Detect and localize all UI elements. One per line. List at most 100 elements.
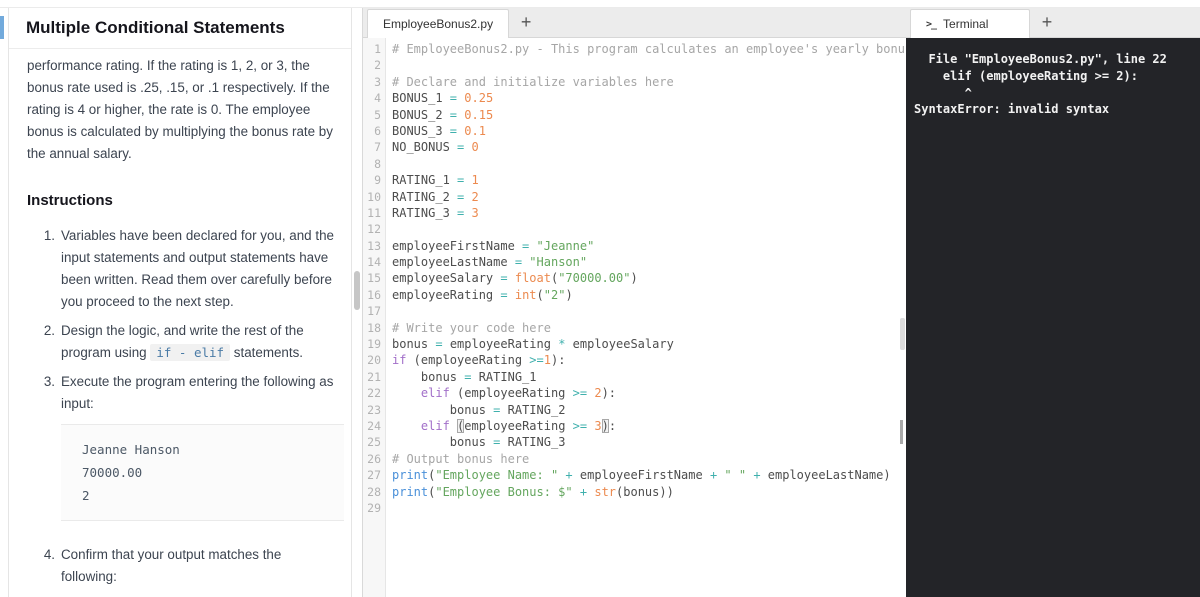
line-number: 9 bbox=[374, 173, 381, 188]
editor-scrollbar-thumb[interactable] bbox=[900, 318, 905, 350]
list-item: 3. Execute the program entering the foll… bbox=[38, 371, 344, 537]
terminal-panel: >_ Terminal + File "EmployeeBonus2.py", … bbox=[906, 8, 1200, 597]
list-item: 4. Confirm that your output matches the … bbox=[38, 544, 336, 597]
line-number: 12 bbox=[367, 222, 381, 237]
code-text: elif (employeeRating >= 3): bbox=[420, 418, 617, 433]
line-number: 7 bbox=[374, 140, 381, 155]
list-item: 1. Variables have been declared for you,… bbox=[38, 225, 336, 313]
code-text: # EmployeeBonus2.py - This program calcu… bbox=[392, 42, 906, 56]
code-text: # Write your code here bbox=[392, 320, 551, 335]
list-item-text: Variables have been declared for you, an… bbox=[61, 228, 334, 309]
code-editor-panel: EmployeeBonus2.py + 1 # EmployeeBonus2.py… bbox=[362, 8, 906, 597]
line-number: 22 bbox=[367, 386, 381, 401]
editor-tab-bar: EmployeeBonus2.py + bbox=[363, 8, 906, 38]
code-editor[interactable]: 1 # EmployeeBonus2.py - This program calc… bbox=[363, 38, 906, 597]
instructions-scrollbar-track[interactable] bbox=[352, 8, 362, 597]
code-line[interactable]: 26 # Output bonus here bbox=[363, 451, 906, 467]
list-item-number: 2. bbox=[43, 323, 55, 338]
line-number: 4 bbox=[374, 91, 381, 106]
list-item-number: 1. bbox=[43, 228, 55, 243]
plus-icon: + bbox=[520, 12, 532, 32]
code-text: BONUS_2 = 0.15 bbox=[392, 107, 494, 122]
terminal-tab-bar: >_ Terminal + bbox=[906, 8, 1200, 38]
editor-scrollbar-thumb-secondary[interactable] bbox=[900, 420, 903, 444]
line-number: 14 bbox=[367, 255, 381, 270]
new-editor-tab-button[interactable]: + bbox=[509, 8, 543, 37]
code-line[interactable]: 27 print("Employee Name: " + employeeFirs… bbox=[363, 467, 906, 483]
list-item-number: 4. bbox=[43, 547, 55, 562]
line-number: 28 bbox=[367, 484, 381, 499]
code-line[interactable]: 5 BONUS_2 = 0.15 bbox=[363, 107, 906, 123]
code-line[interactable]: 8 bbox=[363, 156, 906, 172]
tab-terminal[interactable]: >_ Terminal bbox=[910, 9, 1030, 38]
line-number: 21 bbox=[367, 369, 381, 384]
instructions-scrollbar-thumb[interactable] bbox=[354, 271, 360, 310]
list-item: 2. Design the logic, and write the rest … bbox=[38, 320, 336, 364]
terminal-output[interactable]: File "EmployeeBonus2.py", line 22 elif (… bbox=[906, 38, 1200, 597]
code-line[interactable]: 10 RATING_2 = 2 bbox=[363, 189, 906, 205]
code-text: bonus = RATING_1 bbox=[392, 369, 537, 384]
code-line[interactable]: 19 bonus = employeeRating * employeeSalar… bbox=[363, 336, 906, 352]
code-line[interactable]: 25 bonus = RATING_3 bbox=[363, 434, 906, 450]
line-number: 29 bbox=[367, 500, 381, 515]
code-line[interactable]: 11 RATING_3 = 3 bbox=[363, 205, 906, 221]
code-text: BONUS_1 = 0.25 bbox=[392, 91, 494, 106]
code-line[interactable]: 24 elif (employeeRating >= 3): bbox=[363, 418, 906, 434]
code-line[interactable]: 12 bbox=[363, 221, 906, 237]
step3-text: Execute the program entering the followi… bbox=[61, 374, 334, 411]
code-line[interactable]: 1 # EmployeeBonus2.py - This program calc… bbox=[363, 41, 906, 57]
line-number: 24 bbox=[367, 418, 381, 433]
line-number: 15 bbox=[367, 271, 381, 286]
code-line[interactable]: 18 # Write your code here bbox=[363, 320, 906, 336]
line-number: 16 bbox=[367, 287, 381, 302]
line-number: 26 bbox=[367, 451, 381, 466]
code-line[interactable]: 3 # Declare and initialize variables here bbox=[363, 74, 906, 90]
code-line[interactable]: 21 bonus = RATING_1 bbox=[363, 369, 906, 385]
line-number: 3 bbox=[374, 74, 381, 89]
line-number: 17 bbox=[367, 304, 381, 319]
code-line[interactable]: 15 employeeSalary = float("70000.00") bbox=[363, 270, 906, 286]
code-line[interactable]: 28 print("Employee Bonus: $" + str(bonus)… bbox=[363, 484, 906, 500]
instructions-list: 1. Variables have been declared for you,… bbox=[38, 225, 344, 597]
top-strip bbox=[0, 0, 1200, 8]
code-line[interactable]: 13 employeeFirstName = "Jeanne" bbox=[363, 238, 906, 254]
code-line[interactable]: 9 RATING_1 = 1 bbox=[363, 172, 906, 188]
list-item-text: Design the logic, and write the rest of … bbox=[61, 320, 336, 364]
line-number: 25 bbox=[367, 435, 381, 450]
code-line[interactable]: 20 if (employeeRating >=1): bbox=[363, 352, 906, 368]
terminal-prompt-icon: >_ bbox=[926, 18, 937, 30]
terminal-tab-label: Terminal bbox=[943, 17, 989, 31]
line-number: 1 bbox=[374, 42, 381, 56]
code-line[interactable]: 17 bbox=[363, 303, 906, 319]
code-text: BONUS_3 = 0.1 bbox=[392, 123, 486, 138]
code-line[interactable]: 29 bbox=[363, 500, 906, 516]
code-text: # Declare and initialize variables here bbox=[392, 74, 674, 89]
code-text: employeeFirstName = "Jeanne" bbox=[392, 238, 595, 253]
line-number: 8 bbox=[374, 156, 381, 171]
code-line[interactable]: 14 employeeLastName = "Hanson" bbox=[363, 254, 906, 270]
code-line[interactable]: 4 BONUS_1 = 0.25 bbox=[363, 90, 906, 106]
code-text: employeeLastName = "Hanson" bbox=[392, 255, 588, 270]
code-text: elif (employeeRating >= 2): bbox=[420, 386, 617, 401]
list-item-text: Execute the program entering the followi… bbox=[61, 371, 344, 537]
code-line[interactable]: 22 elif (employeeRating >= 2): bbox=[363, 385, 906, 401]
code-text: employeeRating = int("2") bbox=[392, 287, 573, 302]
page-title: Multiple Conditional Statements bbox=[26, 18, 285, 37]
code-line[interactable]: 2 bbox=[363, 57, 906, 73]
editor-tab-label: EmployeeBonus2.py bbox=[383, 17, 494, 31]
step2-after: statements. bbox=[230, 345, 303, 360]
plus-icon: + bbox=[1041, 12, 1053, 32]
code-line[interactable]: 23 bonus = RATING_2 bbox=[363, 402, 906, 418]
code-line[interactable]: 16 employeeRating = int("2") bbox=[363, 287, 906, 303]
line-number: 6 bbox=[374, 123, 381, 138]
line-number: 19 bbox=[367, 337, 381, 352]
code-lines: 1 # EmployeeBonus2.py - This program calc… bbox=[363, 41, 906, 516]
instructions-body: performance rating. If the rating is 1, … bbox=[9, 49, 351, 597]
tab-employeebonus2-py[interactable]: EmployeeBonus2.py bbox=[367, 9, 510, 38]
new-terminal-tab-button[interactable]: + bbox=[1030, 8, 1064, 37]
code-line[interactable]: 7 NO_BONUS = 0 bbox=[363, 139, 906, 155]
code-line[interactable]: 6 BONUS_3 = 0.1 bbox=[363, 123, 906, 139]
